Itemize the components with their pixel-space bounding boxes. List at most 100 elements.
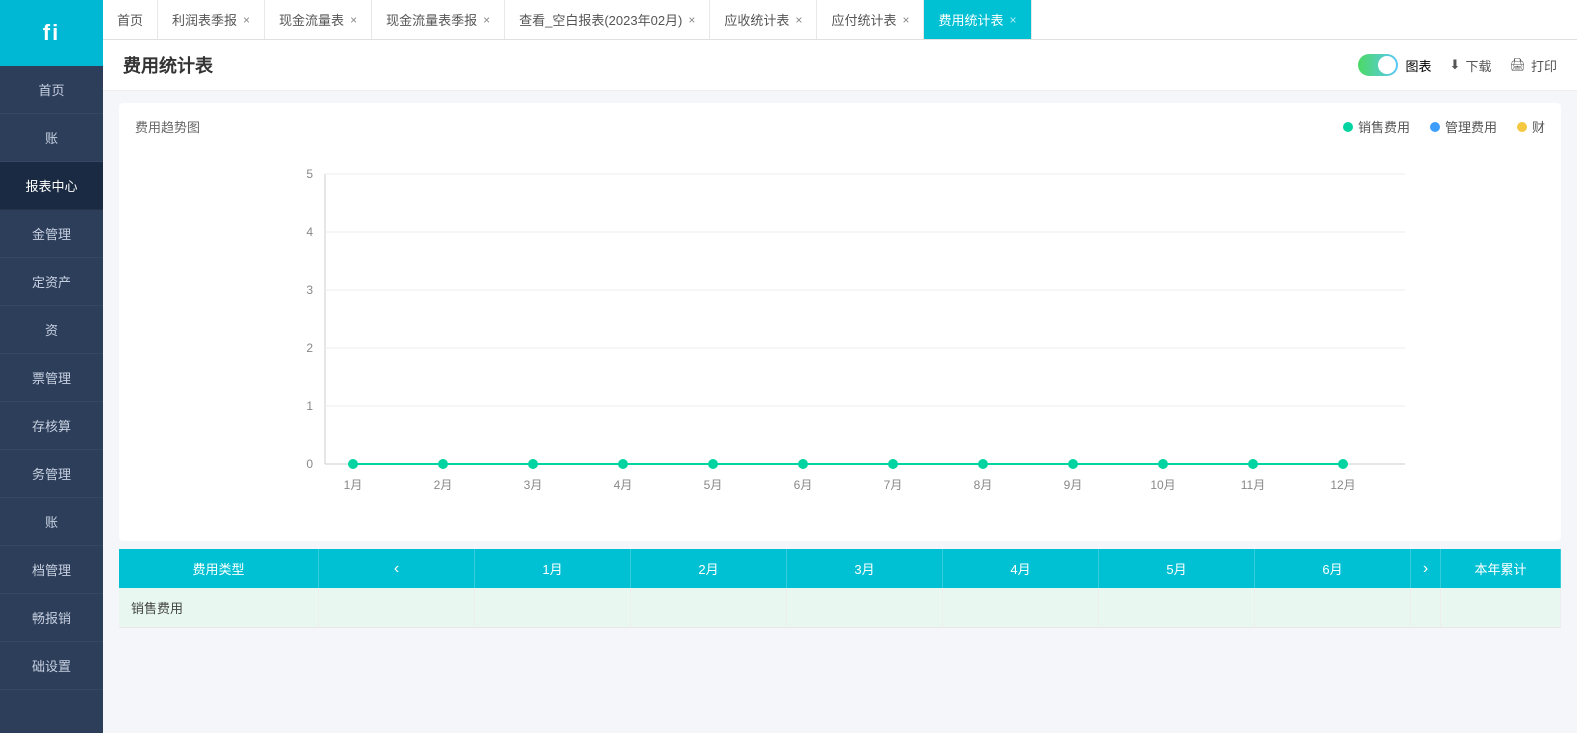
svg-text:6月: 6月: [794, 478, 813, 492]
td-m5: [1099, 588, 1255, 627]
table-area: 费用类型 ‹ 1月 2月 3月 4月 5月 6月 › 本年累计 销售费用: [119, 549, 1561, 733]
chart-toggle[interactable]: [1358, 54, 1398, 76]
prev-arrow-icon[interactable]: ‹: [394, 560, 399, 578]
td-m4: [943, 588, 1099, 627]
sidebar-item-settings[interactable]: 础设置: [0, 642, 103, 690]
th-month2: 2月: [631, 549, 787, 588]
tab-close-5[interactable]: ×: [795, 13, 802, 27]
th-month4: 4月: [943, 549, 1099, 588]
td-m2: [631, 588, 787, 627]
svg-text:3月: 3月: [524, 478, 543, 492]
th-month5: 5月: [1099, 549, 1255, 588]
td-empty-nav2: [1411, 588, 1441, 627]
chart-svg-container: 5 4 3 2 1 0 1月 2月 3月 4月 5月 6月 7月 8月 9月 1…: [135, 144, 1545, 527]
tab-close-4[interactable]: ×: [688, 13, 695, 27]
page-title: 费用统计表: [123, 52, 213, 78]
chart-toggle-label: 图表: [1406, 56, 1432, 75]
svg-text:0: 0: [306, 457, 313, 471]
tab-home[interactable]: 首页: [103, 0, 158, 39]
download-button[interactable]: ⬇ 下载: [1450, 56, 1492, 75]
svg-text:3: 3: [306, 283, 313, 297]
svg-text:4月: 4月: [614, 478, 633, 492]
sidebar-item-service[interactable]: 务管理: [0, 450, 103, 498]
tab-payables[interactable]: 应付统计表 ×: [817, 0, 924, 39]
th-month1: 1月: [475, 549, 631, 588]
table-header: 费用类型 ‹ 1月 2月 3月 4月 5月 6月 › 本年累计: [119, 549, 1561, 588]
tab-close-3[interactable]: ×: [483, 13, 490, 27]
chart-area: 费用趋势图 销售费用 管理费用 财: [119, 103, 1561, 541]
td-m3: [787, 588, 943, 627]
sidebar-item-account[interactable]: 账: [0, 114, 103, 162]
legend-label-finance: 财: [1532, 117, 1545, 136]
svg-text:1月: 1月: [344, 478, 363, 492]
tab-cashflow-quarterly[interactable]: 现金流量表季报 ×: [372, 0, 505, 39]
chart-toggle-container: 图表: [1358, 54, 1432, 76]
tab-close-2[interactable]: ×: [350, 13, 357, 27]
svg-text:5: 5: [306, 167, 313, 181]
sidebar-item-home[interactable]: 首页: [0, 66, 103, 114]
td-type: 销售费用: [119, 588, 319, 627]
tab-cashflow[interactable]: 现金流量表 ×: [265, 0, 372, 39]
sidebar-item-invoice[interactable]: 票管理: [0, 354, 103, 402]
sidebar-item-ledger[interactable]: 账: [0, 498, 103, 546]
sidebar-item-finance[interactable]: 金管理: [0, 210, 103, 258]
tab-close-7[interactable]: ×: [1009, 13, 1016, 27]
chart-header: 费用趋势图 销售费用 管理费用 财: [135, 117, 1545, 136]
print-label: 打印: [1531, 56, 1557, 75]
toggle-knob: [1378, 56, 1396, 74]
tab-blank-report[interactable]: 查看_空白报表(2023年02月) ×: [505, 0, 710, 39]
sidebar: fi 首页 账 报表中心 金管理 定资产 资 票管理 存核算 务管理 账 档管理…: [0, 0, 103, 733]
chart-legend: 销售费用 管理费用 财: [1343, 117, 1545, 136]
svg-text:4: 4: [306, 225, 313, 239]
th-nav-next[interactable]: ›: [1411, 549, 1441, 588]
sidebar-item-inventory[interactable]: 存核算: [0, 402, 103, 450]
th-type: 费用类型: [119, 549, 319, 588]
tab-bar: 首页 利润表季报 × 现金流量表 × 现金流量表季报 × 查看_空白报表(202…: [103, 0, 1577, 40]
legend-dot-sales: [1343, 122, 1353, 132]
legend-finance: 财: [1517, 117, 1545, 136]
legend-label-sales: 销售费用: [1358, 117, 1410, 136]
tab-close-6[interactable]: ×: [902, 13, 909, 27]
sidebar-item-reimbursement[interactable]: 畅报销: [0, 594, 103, 642]
legend-label-admin: 管理费用: [1445, 117, 1497, 136]
sidebar-item-assets[interactable]: 定资产: [0, 258, 103, 306]
tab-profit-quarterly[interactable]: 利润表季报 ×: [158, 0, 265, 39]
th-nav-prev[interactable]: ‹: [319, 549, 475, 588]
legend-dot-finance: [1517, 122, 1527, 132]
download-label: 下载: [1465, 56, 1491, 75]
print-icon: 🖨: [1509, 57, 1526, 73]
svg-text:2月: 2月: [434, 478, 453, 492]
svg-text:10月: 10月: [1150, 478, 1175, 492]
tab-close-1[interactable]: ×: [243, 13, 250, 27]
td-empty-nav: [319, 588, 475, 627]
tab-receivables[interactable]: 应收统计表 ×: [710, 0, 817, 39]
tab-expenses[interactable]: 费用统计表 ×: [924, 0, 1031, 39]
legend-dot-admin: [1430, 122, 1440, 132]
svg-text:7月: 7月: [884, 478, 903, 492]
table-body: 销售费用: [119, 588, 1561, 733]
print-button[interactable]: 🖨 打印: [1509, 56, 1557, 75]
svg-text:5月: 5月: [704, 478, 723, 492]
sidebar-item-capital[interactable]: 资: [0, 306, 103, 354]
page-header: 费用统计表 图表 ⬇ 下载 🖨 打印: [103, 40, 1577, 91]
svg-text:9月: 9月: [1064, 478, 1083, 492]
svg-text:11月: 11月: [1241, 478, 1265, 492]
next-arrow-icon[interactable]: ›: [1423, 560, 1428, 578]
svg-text:2: 2: [306, 341, 313, 355]
td-m6: [1255, 588, 1411, 627]
th-yearly: 本年累计: [1441, 549, 1561, 588]
sidebar-item-reports[interactable]: 报表中心: [0, 162, 103, 210]
td-m1: [475, 588, 631, 627]
table-row: 销售费用: [119, 588, 1561, 628]
td-yearly: [1441, 588, 1561, 627]
svg-text:12月: 12月: [1330, 478, 1355, 492]
sidebar-item-archive[interactable]: 档管理: [0, 546, 103, 594]
trend-chart: 5 4 3 2 1 0 1月 2月 3月 4月 5月 6月 7月 8月 9月 1…: [135, 144, 1545, 524]
legend-admin: 管理费用: [1430, 117, 1497, 136]
chart-title: 费用趋势图: [135, 117, 200, 136]
th-month3: 3月: [787, 549, 943, 588]
legend-sales: 销售费用: [1343, 117, 1410, 136]
download-icon: ⬇: [1450, 57, 1461, 73]
main-content: 首页 利润表季报 × 现金流量表 × 现金流量表季报 × 查看_空白报表(202…: [103, 0, 1577, 733]
sidebar-logo: fi: [0, 0, 103, 66]
